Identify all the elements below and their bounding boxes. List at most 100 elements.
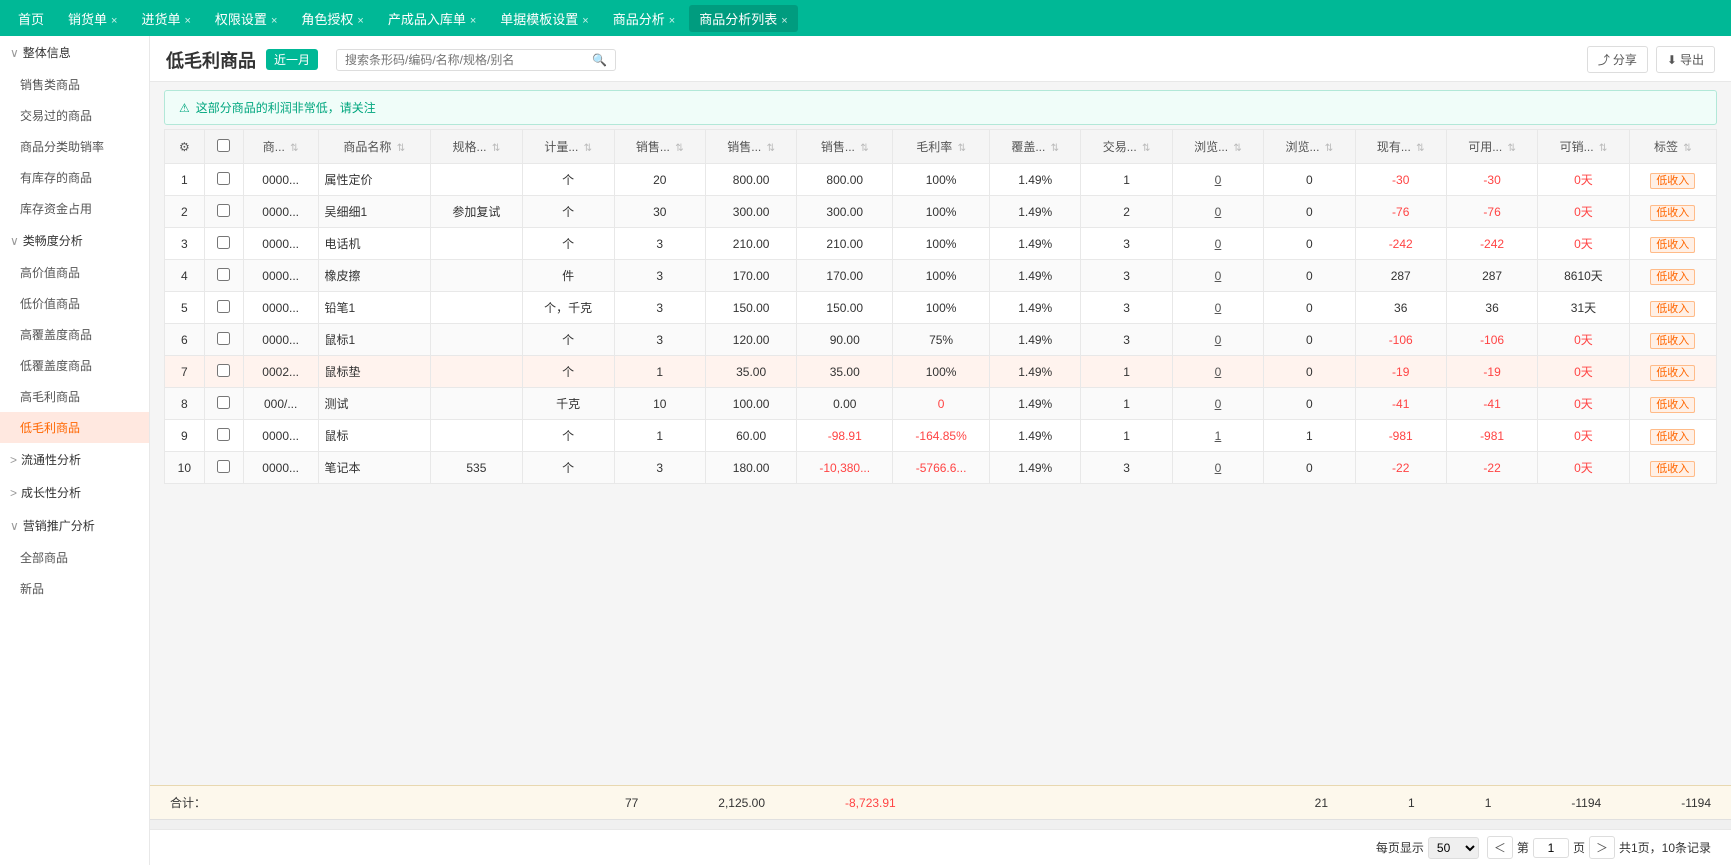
col-current[interactable]: 现有... ⇅ bbox=[1355, 130, 1446, 164]
search-input[interactable] bbox=[345, 53, 588, 67]
sidebar-item-库存资金占用[interactable]: 库存资金占用 bbox=[0, 193, 149, 224]
col-coverage[interactable]: 覆盖... ⇅ bbox=[990, 130, 1081, 164]
sidebar-item-销售类商品[interactable]: 销售类商品 bbox=[0, 69, 149, 100]
browse1-link[interactable]: 0 bbox=[1215, 173, 1222, 187]
col-name[interactable]: 商品名称 ⇅ bbox=[318, 130, 430, 164]
row-checkbox[interactable] bbox=[204, 164, 243, 196]
col-spec[interactable]: 规格... ⇅ bbox=[430, 130, 522, 164]
sidebar-item-低毛利商品[interactable]: 低毛利商品 bbox=[0, 412, 149, 443]
sidebar-item-交易过的商品[interactable]: 交易过的商品 bbox=[0, 100, 149, 131]
sidebar-item-新品[interactable]: 新品 bbox=[0, 573, 149, 604]
row-select-checkbox[interactable] bbox=[217, 204, 230, 217]
row-checkbox[interactable] bbox=[204, 260, 243, 292]
row-checkbox[interactable] bbox=[204, 228, 243, 260]
nav-item-商品分析列表[interactable]: 商品分析列表× bbox=[689, 5, 797, 32]
row-select-checkbox[interactable] bbox=[217, 396, 230, 409]
row-checkbox[interactable] bbox=[204, 324, 243, 356]
browse1-link[interactable]: 0 bbox=[1215, 461, 1222, 475]
period-tag[interactable]: 近一月 bbox=[266, 49, 318, 70]
row-select-checkbox[interactable] bbox=[217, 300, 230, 313]
sidebar-item-商品分类助销率[interactable]: 商品分类助销率 bbox=[0, 131, 149, 162]
col-gross-margin[interactable]: 毛利率 ⇅ bbox=[893, 130, 990, 164]
col-unit[interactable]: 计量... ⇅ bbox=[522, 130, 614, 164]
row-browse1[interactable]: 0 bbox=[1172, 292, 1263, 324]
search-icon[interactable]: 🔍 bbox=[592, 53, 607, 67]
horizontal-scrollbar[interactable] bbox=[150, 819, 1731, 829]
col-tag[interactable]: 标签 ⇅ bbox=[1629, 130, 1716, 164]
row-select-checkbox[interactable] bbox=[217, 172, 230, 185]
nav-item-权限设置[interactable]: 权限设置× bbox=[205, 5, 287, 32]
sidebar-item-高价值商品[interactable]: 高价值商品 bbox=[0, 257, 149, 288]
row-checkbox[interactable] bbox=[204, 420, 243, 452]
close-icon[interactable]: × bbox=[669, 15, 675, 27]
row-checkbox[interactable] bbox=[204, 196, 243, 228]
nav-item-产成品入库单[interactable]: 产成品入库单× bbox=[378, 5, 486, 32]
page-input[interactable] bbox=[1533, 838, 1569, 858]
close-icon[interactable]: × bbox=[271, 15, 277, 27]
nav-item-角色授权[interactable]: 角色授权× bbox=[291, 5, 373, 32]
sidebar-item-全部商品[interactable]: 全部商品 bbox=[0, 542, 149, 573]
close-icon[interactable]: × bbox=[184, 15, 190, 27]
close-icon[interactable]: × bbox=[582, 15, 588, 27]
row-browse1[interactable]: 0 bbox=[1172, 356, 1263, 388]
row-select-checkbox[interactable] bbox=[217, 332, 230, 345]
col-settings[interactable]: ⚙ bbox=[165, 130, 205, 164]
browse1-link[interactable]: 0 bbox=[1215, 301, 1222, 315]
col-trade[interactable]: 交易... ⇅ bbox=[1081, 130, 1172, 164]
row-browse1[interactable]: 0 bbox=[1172, 324, 1263, 356]
nav-item-商品分析[interactable]: 商品分析× bbox=[603, 5, 685, 32]
row-select-checkbox[interactable] bbox=[217, 236, 230, 249]
browse1-link[interactable]: 0 bbox=[1215, 205, 1222, 219]
row-browse1[interactable]: 0 bbox=[1172, 388, 1263, 420]
nav-item-进货单[interactable]: 进货单× bbox=[131, 5, 200, 32]
row-checkbox[interactable] bbox=[204, 292, 243, 324]
share-button[interactable]: ⤴ 分享 bbox=[1587, 46, 1648, 73]
sidebar-group-类畅度分析[interactable]: ∨类畅度分析 bbox=[0, 224, 149, 257]
browse1-link[interactable]: 0 bbox=[1215, 333, 1222, 347]
browse1-link[interactable]: 1 bbox=[1215, 429, 1222, 443]
close-icon[interactable]: × bbox=[357, 15, 363, 27]
row-checkbox[interactable] bbox=[204, 452, 243, 484]
sidebar-group-营销推广分析[interactable]: ∨营销推广分析 bbox=[0, 509, 149, 542]
per-page-select[interactable]: 50 20 100 bbox=[1428, 837, 1479, 859]
close-icon[interactable]: × bbox=[111, 15, 117, 27]
col-browse2[interactable]: 浏览... ⇅ bbox=[1264, 130, 1355, 164]
row-select-checkbox[interactable] bbox=[217, 428, 230, 441]
browse1-link[interactable]: 0 bbox=[1215, 397, 1222, 411]
row-checkbox[interactable] bbox=[204, 388, 243, 420]
nav-item-单据模板设置[interactable]: 单据模板设置× bbox=[490, 5, 598, 32]
col-sales-qty[interactable]: 销售... ⇅ bbox=[614, 130, 705, 164]
browse1-link[interactable]: 0 bbox=[1215, 269, 1222, 283]
close-icon[interactable]: × bbox=[781, 15, 787, 27]
browse1-link[interactable]: 0 bbox=[1215, 237, 1222, 251]
sidebar-item-低价值商品[interactable]: 低价值商品 bbox=[0, 288, 149, 319]
row-browse1[interactable]: 0 bbox=[1172, 260, 1263, 292]
close-icon[interactable]: × bbox=[470, 15, 476, 27]
row-select-checkbox[interactable] bbox=[217, 460, 230, 473]
col-available[interactable]: 可用... ⇅ bbox=[1446, 130, 1537, 164]
row-browse1[interactable]: 0 bbox=[1172, 164, 1263, 196]
row-browse1[interactable]: 1 bbox=[1172, 420, 1263, 452]
export-button[interactable]: ⬇ 导出 bbox=[1656, 46, 1715, 73]
sidebar-item-高毛利商品[interactable]: 高毛利商品 bbox=[0, 381, 149, 412]
col-saleable[interactable]: 可销... ⇅ bbox=[1538, 130, 1629, 164]
sidebar-item-高覆盖度商品[interactable]: 高覆盖度商品 bbox=[0, 319, 149, 350]
row-browse1[interactable]: 0 bbox=[1172, 196, 1263, 228]
nav-item-销货单[interactable]: 销货单× bbox=[58, 5, 127, 32]
prev-page-button[interactable]: ＜ bbox=[1487, 836, 1513, 859]
row-browse1[interactable]: 0 bbox=[1172, 452, 1263, 484]
col-sales-profit[interactable]: 销售... ⇅ bbox=[797, 130, 893, 164]
col-checkbox[interactable] bbox=[204, 130, 243, 164]
col-sales-price[interactable]: 销售... ⇅ bbox=[705, 130, 796, 164]
row-browse1[interactable]: 0 bbox=[1172, 228, 1263, 260]
sidebar-item-有库存的商品[interactable]: 有库存的商品 bbox=[0, 162, 149, 193]
next-page-button[interactable]: ＞ bbox=[1589, 836, 1615, 859]
sidebar-group-整体信息[interactable]: ∨整体信息 bbox=[0, 36, 149, 69]
sidebar-group-流通性分析[interactable]: >流通性分析 bbox=[0, 443, 149, 476]
row-select-checkbox[interactable] bbox=[217, 268, 230, 281]
sidebar-group-成长性分析[interactable]: >成长性分析 bbox=[0, 476, 149, 509]
select-all-checkbox[interactable] bbox=[217, 139, 230, 152]
browse1-link[interactable]: 0 bbox=[1215, 365, 1222, 379]
col-browse1[interactable]: 浏览... ⇅ bbox=[1172, 130, 1263, 164]
row-select-checkbox[interactable] bbox=[217, 364, 230, 377]
